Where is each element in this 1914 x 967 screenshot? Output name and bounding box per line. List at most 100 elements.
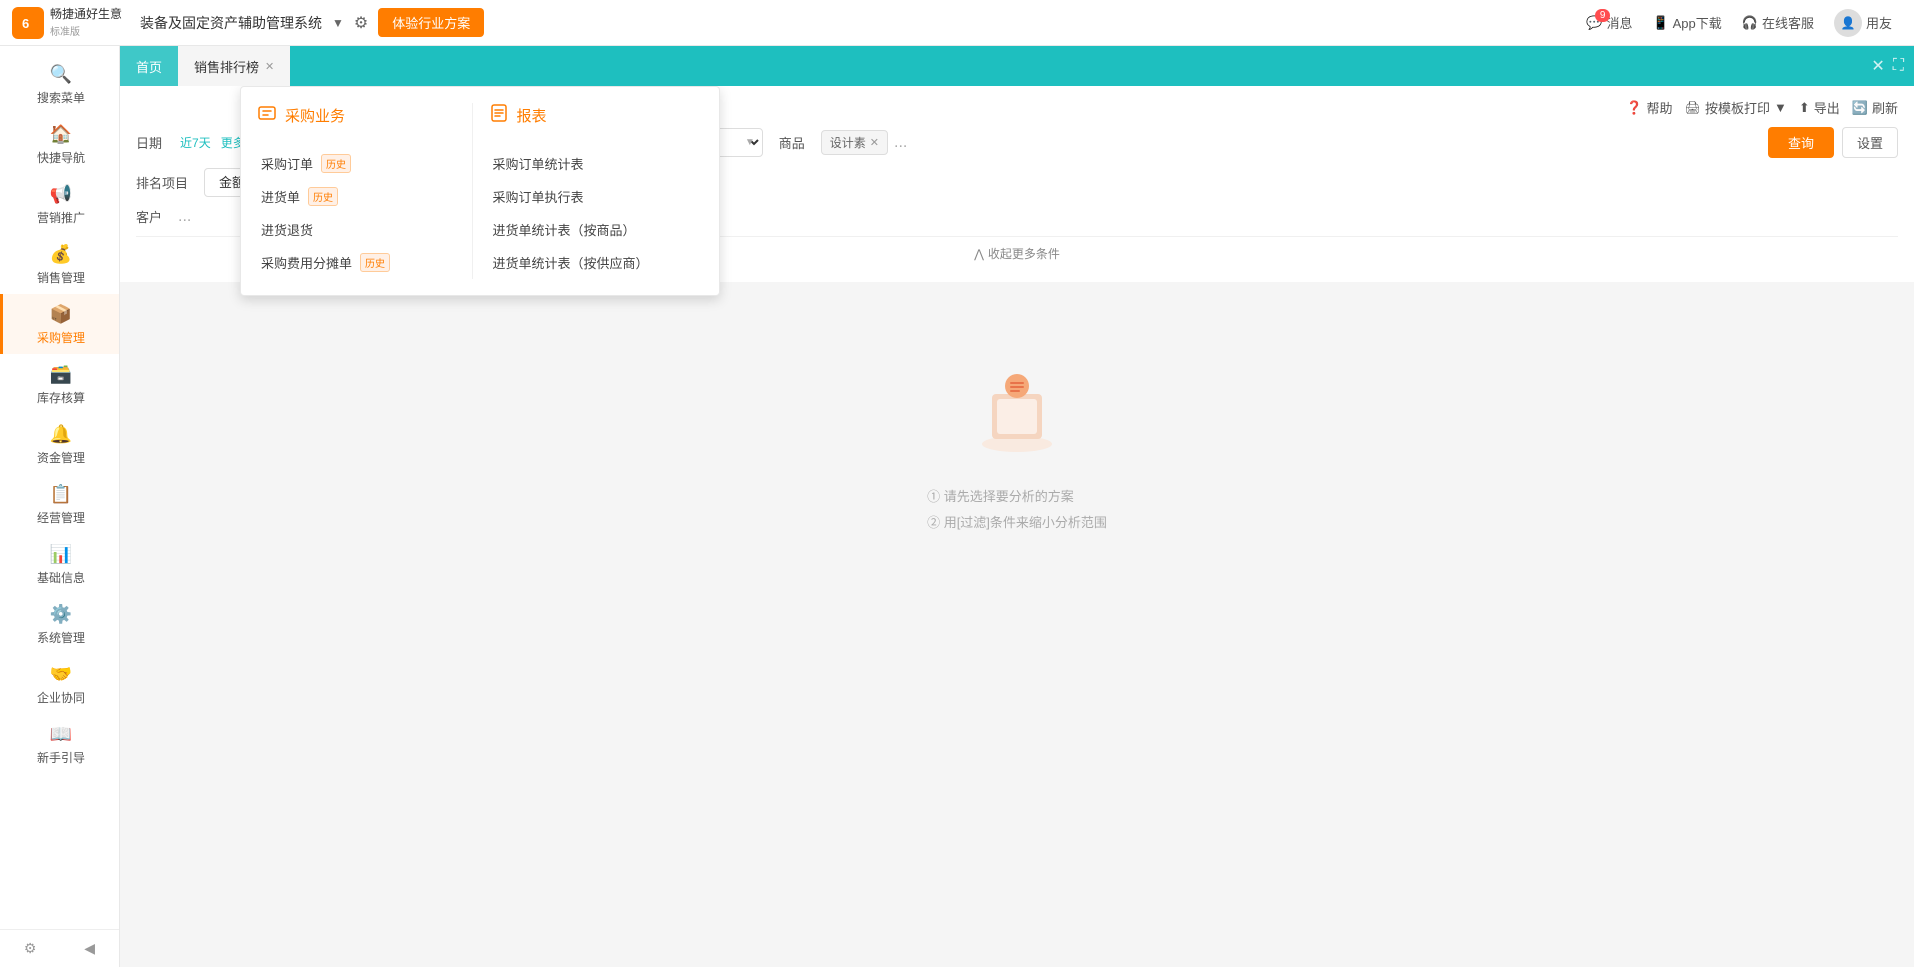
sidebar-item-system[interactable]: ⚙️ 系统管理 [0, 594, 119, 654]
toolbar-right: ❓ 帮助 🖨 按模板打印 ▼ ⬆ 导出 🔄 [1626, 98, 1898, 117]
logo-area: 6 畅捷通好生意 标准版 [12, 7, 132, 39]
goods-tag-text: 设计素 [830, 134, 866, 151]
tab-close-button[interactable]: ✕ [265, 60, 274, 73]
sidebar-item-label: 搜索菜单 [37, 89, 85, 106]
dropdown-col-purchase: 采购业务 采购订单 历史 进货单 历史 进货退货 采购费用分摊单 [257, 103, 472, 279]
app-download-button[interactable]: 📱 App下载 [1652, 13, 1721, 32]
tab-maximize-button[interactable]: ⛶ [1893, 57, 1904, 75]
print-dropdown-icon: ▼ [1774, 100, 1787, 115]
help-button[interactable]: ❓ 帮助 [1626, 98, 1672, 117]
customer-label: 客户 [136, 207, 162, 226]
ranking-label: 排名项目 [136, 173, 188, 192]
reports-col-icon [489, 103, 509, 127]
sidebar-collapse-button[interactable]: ◀ [84, 940, 95, 957]
refresh-icon: 🔄 [1852, 100, 1868, 116]
sidebar-item-label: 基础信息 [37, 569, 85, 586]
history-badge-1: 历史 [321, 154, 351, 173]
logo-icon: 6 [12, 7, 44, 39]
sidebar-item-quick-nav[interactable]: 🏠 快捷导航 [0, 114, 119, 174]
query-button[interactable]: 查询 [1768, 127, 1834, 158]
action-buttons: 查询 设置 [1768, 127, 1898, 158]
dropdown-item-inbound-stats-goods[interactable]: 进货单统计表（按商品） [489, 213, 704, 246]
logo-text: 畅捷通好生意 标准版 [50, 7, 122, 38]
sidebar-item-label: 快捷导航 [37, 149, 85, 166]
print-button[interactable]: 🖨 按模板打印 ▼ [1684, 98, 1786, 117]
online-service-button[interactable]: 🎧 在线客服 [1742, 13, 1814, 32]
sidebar-item-purchase[interactable]: 📦 采购管理 [0, 294, 119, 354]
tab-home[interactable]: 首页 [120, 46, 178, 86]
help-label: 帮助 [1646, 98, 1672, 117]
sidebar-item-operations[interactable]: 📋 经营管理 [0, 474, 119, 534]
customer-filter-area: ... [178, 208, 191, 226]
sidebar-item-cooperation[interactable]: 🤝 企业协同 [0, 654, 119, 714]
expense-label: 采购费用分摊单 [261, 253, 352, 272]
chevron-up-icon: ⋀ [974, 247, 984, 261]
history-badge-3: 历史 [360, 253, 390, 272]
system-dropdown-button[interactable]: ▼ [332, 16, 344, 30]
storage-icon: 🗃️ [50, 364, 72, 385]
return-label: 进货退货 [261, 220, 313, 239]
print-label: 按模板打印 [1705, 98, 1770, 117]
search-icon: 🔍 [50, 64, 72, 85]
print-icon: 🖨 [1684, 100, 1701, 116]
main-layout: 🔍 搜索菜单 🏠 快捷导航 📢 营销推广 💰 销售管理 📦 采购管理 🗃️ 库存… [0, 46, 1914, 967]
sidebar-item-basic-info[interactable]: 📊 基础信息 [0, 534, 119, 594]
top-header: 6 畅捷通好生意 标准版 装备及固定资产辅助管理系统 ▼ ⚙ 体验行业方案 💬 … [0, 0, 1914, 46]
sidebar-item-finance[interactable]: 🔔 资金管理 [0, 414, 119, 474]
date-shortcut-7days[interactable]: 近7天 [178, 134, 213, 151]
goods-ellipsis[interactable]: ... [894, 134, 907, 152]
sidebar-item-inventory[interactable]: 🗃️ 库存核算 [0, 354, 119, 414]
sidebar-item-search[interactable]: 🔍 搜索菜单 [0, 54, 119, 114]
tab-sales-ranking[interactable]: 销售排行榜 ✕ [178, 46, 290, 86]
goods-tag-remove[interactable]: ✕ [870, 136, 879, 149]
gear-icon: ⚙️ [50, 604, 72, 625]
settings-small-button[interactable]: 设置 [1842, 127, 1898, 158]
box-icon: 📦 [50, 304, 72, 325]
bell-icon: 🔔 [50, 424, 72, 445]
question-icon: ❓ [1626, 100, 1642, 116]
goods-label: 商品 [779, 133, 805, 152]
reports-col-title: 报表 [517, 105, 547, 126]
sidebar-settings-button[interactable]: ⚙ [24, 940, 37, 957]
settings-icon-button[interactable]: ⚙ [354, 13, 368, 33]
tab-bar-actions: ✕ ⛶ [1871, 46, 1914, 86]
message-button[interactable]: 💬 9 消息 [1586, 13, 1632, 32]
order-stats-label: 采购订单统计表 [493, 154, 584, 173]
money-icon: 💰 [50, 244, 72, 265]
svg-text:6: 6 [22, 16, 29, 31]
dropdown-item-order-exec[interactable]: 采购订单执行表 [489, 180, 704, 213]
sidebar-item-label: 营销推广 [37, 209, 85, 226]
user-label: 用友 [1866, 13, 1892, 32]
sidebar-item-guide[interactable]: 📖 新手引导 [0, 714, 119, 774]
dropdown-item-inbound[interactable]: 进货单 历史 [257, 180, 472, 213]
industry-button[interactable]: 体验行业方案 [378, 8, 484, 37]
sidebar-item-label: 新手引导 [37, 749, 85, 766]
tab-close-all-button[interactable]: ✕ [1871, 56, 1884, 76]
dropdown-col-reports: 报表 采购订单统计表 采购订单执行表 进货单统计表（按商品） 进货单统计表（按供… [472, 103, 704, 279]
dropdown-item-expense[interactable]: 采购费用分摊单 历史 [257, 246, 472, 279]
sidebar-bottom: ⚙ ◀ [0, 929, 119, 967]
dropdown-col-reports-header: 报表 [489, 103, 704, 135]
dropdown-item-inbound-stats-supplier[interactable]: 进货单统计表（按供应商） [489, 246, 704, 279]
dropdown-col-purchase-header: 采购业务 [257, 103, 472, 135]
empty-state: ① 请先选择要分析的方案 ② 用[过滤]条件来缩小分析范围 [120, 284, 1914, 616]
sidebar-item-sales[interactable]: 💰 销售管理 [0, 234, 119, 294]
export-button[interactable]: ⬆ 导出 [1799, 98, 1840, 117]
refresh-button[interactable]: 🔄 刷新 [1852, 98, 1898, 117]
sidebar-item-label: 系统管理 [37, 629, 85, 646]
main-content: ❓ 帮助 🖨 按模板打印 ▼ ⬆ 导出 🔄 [120, 86, 1914, 967]
online-service-label: 在线客服 [1762, 13, 1814, 32]
history-badge-2: 历史 [308, 187, 338, 206]
user-menu-button[interactable]: 👤 用友 [1834, 9, 1892, 37]
purchase-order-label: 采购订单 [261, 154, 313, 173]
avatar: 👤 [1834, 9, 1862, 37]
dropdown-item-return[interactable]: 进货退货 [257, 213, 472, 246]
home-icon: 🏠 [50, 124, 72, 145]
goods-filter-area: 设计素 ✕ ... [821, 130, 908, 155]
dropdown-item-purchase-order[interactable]: 采购订单 历史 [257, 147, 472, 180]
dropdown-item-order-stats[interactable]: 采购订单统计表 [489, 147, 704, 180]
empty-illustration [967, 364, 1067, 464]
customer-ellipsis[interactable]: ... [178, 208, 191, 226]
sidebar-item-marketing[interactable]: 📢 营销推广 [0, 174, 119, 234]
goods-tag[interactable]: 设计素 ✕ [821, 130, 888, 155]
